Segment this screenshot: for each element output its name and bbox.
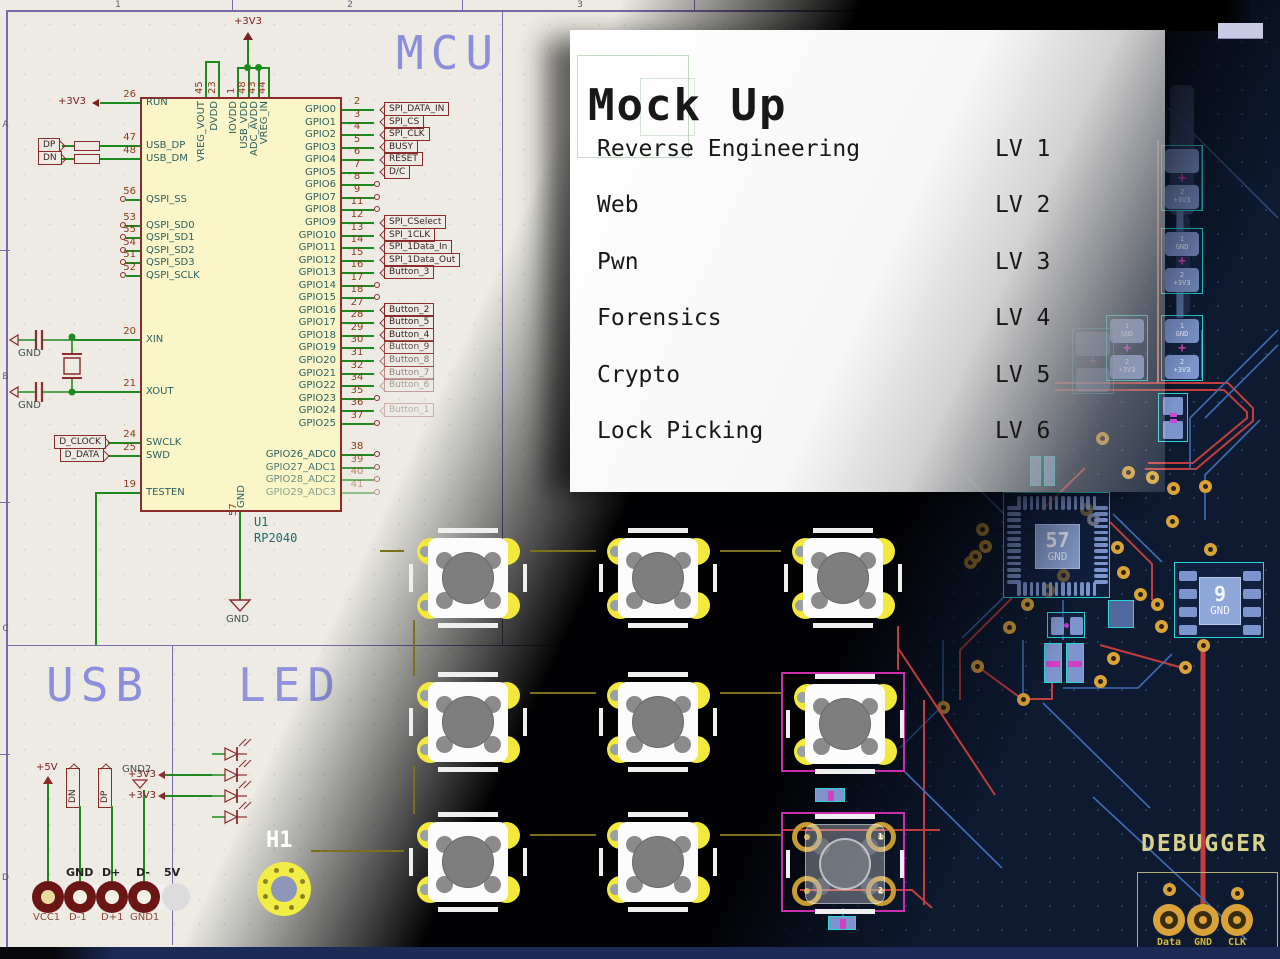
- card-row-3[interactable]: Pwn LV 3: [570, 249, 1165, 277]
- tactile-button-r3c3[interactable]: 12: [781, 812, 905, 914]
- button-plunger: [442, 836, 494, 888]
- button-plunger: [819, 698, 871, 750]
- tactile-button-r2c3[interactable]: [781, 672, 905, 774]
- button-silkscreen: [713, 848, 717, 876]
- card-row-1[interactable]: Reverse Engineering LV 1: [570, 136, 1165, 164]
- button-silkscreen: [813, 528, 873, 533]
- button-silkscreen: [438, 767, 498, 772]
- button-silkscreen: [628, 907, 688, 912]
- tactile-button-r2c1[interactable]: [406, 672, 530, 772]
- mount-hole-dot: [263, 878, 269, 884]
- mockup-card: Mock Up Reverse Engineering LV 1 Web LV 2 Pw…: [570, 30, 1165, 492]
- cap-marker: [840, 919, 846, 929]
- button-silkscreen: [599, 848, 603, 876]
- card-row-6[interactable]: Lock Picking LV 6: [570, 418, 1165, 446]
- tactile-button-r2c2[interactable]: [596, 672, 720, 772]
- button-silkscreen: [438, 623, 498, 628]
- card-row-label: Crypto: [597, 361, 681, 388]
- mount-hole-label: H1: [266, 828, 293, 853]
- button-silkscreen: [438, 528, 498, 533]
- mount-hole-dot: [273, 904, 279, 910]
- mount-hole-dot: [299, 894, 305, 900]
- button-plunger: [632, 836, 684, 888]
- button-plunger: [817, 552, 869, 604]
- button-silkscreen: [815, 769, 875, 774]
- tactile-button-r1c3[interactable]: [781, 528, 905, 628]
- button-silkscreen: [628, 528, 688, 533]
- mount-hole-h1: [257, 862, 311, 916]
- card-row-level: LV 1: [995, 136, 1051, 162]
- card-row-level: LV 6: [995, 418, 1051, 444]
- button-silkscreen: [898, 564, 902, 592]
- mount-hole-dot: [273, 868, 279, 874]
- button-silkscreen: [599, 708, 603, 736]
- button-silkscreen: [523, 564, 527, 592]
- button-silkscreen: [438, 812, 498, 817]
- bottom-board-edge-strip: [0, 947, 1280, 959]
- button-plunger: [442, 552, 494, 604]
- button-silkscreen: [628, 672, 688, 677]
- card-row-level: LV 4: [995, 305, 1051, 332]
- button-silkscreen: [786, 710, 790, 738]
- card-row-level: LV 3: [995, 248, 1051, 275]
- tactile-button-r3c1[interactable]: [406, 812, 530, 912]
- button-silkscreen: [786, 850, 790, 878]
- composite-screenshot: 57GND9GND2+3V3+1GND2+3V3+1GND2+3V3+1GND2…: [0, 0, 1280, 959]
- button-silkscreen: [900, 850, 904, 878]
- card-title: Mock Up: [588, 80, 788, 131]
- mount-hole-dot: [263, 894, 269, 900]
- tactile-button-r1c1[interactable]: [406, 528, 530, 628]
- button-silkscreen: [713, 708, 717, 736]
- card-row-label: Reverse Engineering: [597, 136, 861, 162]
- mount-hole-dot: [289, 904, 295, 910]
- tactile-button-r3c2[interactable]: [596, 812, 720, 912]
- button-silkscreen: [813, 623, 873, 628]
- button-silkscreen: [900, 710, 904, 738]
- component-footprint: [828, 916, 856, 930]
- card-row-label: Forensics: [597, 305, 722, 332]
- card-row-5[interactable]: Crypto LV 5: [570, 362, 1165, 390]
- button-plunger: [819, 838, 871, 890]
- button-silkscreen: [628, 812, 688, 817]
- button-plunger: [632, 696, 684, 748]
- button-silkscreen: [438, 907, 498, 912]
- component-footprint: [815, 788, 845, 802]
- button-silkscreen: [409, 708, 413, 736]
- button-silkscreen: [409, 564, 413, 592]
- mount-hole-dot: [289, 868, 295, 874]
- button-silkscreen: [713, 564, 717, 592]
- ghost-pad-number: 1: [878, 832, 883, 841]
- card-row-label: Pwn: [597, 248, 639, 275]
- button-silkscreen: [815, 674, 875, 679]
- mount-hole-dot: [299, 878, 305, 884]
- top-right-widget: [1218, 23, 1263, 39]
- button-plunger: [632, 552, 684, 604]
- button-silkscreen: [784, 564, 788, 592]
- tactile-button-r1c2[interactable]: [596, 528, 720, 628]
- button-silkscreen: [815, 814, 875, 819]
- button-silkscreen: [815, 909, 875, 914]
- button-silkscreen: [599, 564, 603, 592]
- button-silkscreen: [523, 848, 527, 876]
- card-row-label: Lock Picking: [597, 418, 764, 444]
- button-silkscreen: [628, 623, 688, 628]
- button-silkscreen: [523, 708, 527, 736]
- button-plunger: [442, 696, 494, 748]
- card-row-2[interactable]: Web LV 2: [570, 192, 1165, 220]
- card-row-4[interactable]: Forensics LV 4: [570, 305, 1165, 333]
- button-silkscreen: [409, 848, 413, 876]
- card-row-level: LV 5: [995, 361, 1051, 388]
- button-silkscreen: [438, 672, 498, 677]
- cap-marker: [828, 791, 834, 801]
- card-row-label: Web: [597, 192, 639, 219]
- button-silkscreen: [628, 767, 688, 772]
- ghost-pad-number: 2: [878, 886, 883, 895]
- card-row-level: LV 2: [995, 192, 1051, 219]
